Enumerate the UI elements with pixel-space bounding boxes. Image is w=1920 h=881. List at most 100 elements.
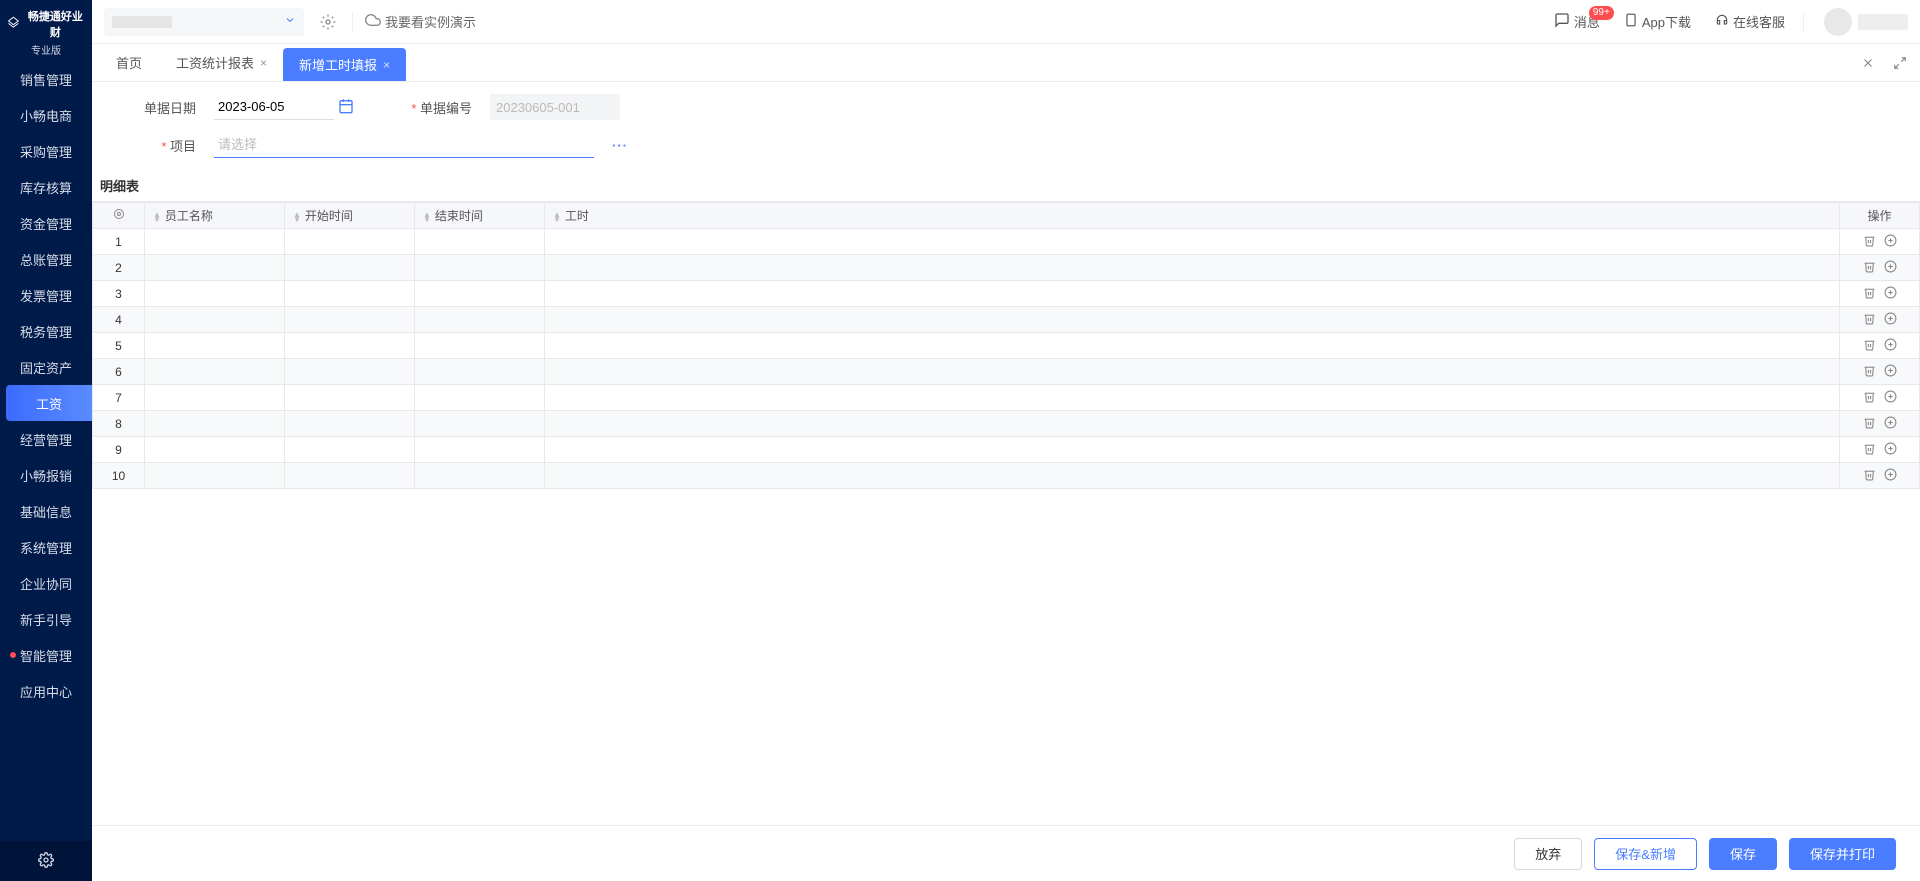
cell-hours[interactable] [545, 359, 1840, 385]
user-menu[interactable] [1824, 8, 1908, 36]
cell-end[interactable] [415, 411, 545, 437]
sidebar-item-0[interactable]: 销售管理 [0, 61, 92, 97]
cell-start[interactable] [285, 463, 415, 489]
add-row-icon[interactable] [1884, 364, 1897, 380]
cell-hours[interactable] [545, 463, 1840, 489]
cell-name[interactable] [145, 255, 285, 281]
app-download-button[interactable]: App下载 [1618, 12, 1697, 31]
cell-end[interactable] [415, 229, 545, 255]
col-header-end[interactable]: ▲▼结束时间 [415, 203, 545, 229]
table-row[interactable]: 3 [93, 281, 1920, 307]
org-selector[interactable] [104, 8, 304, 36]
add-row-icon[interactable] [1884, 442, 1897, 458]
table-row[interactable]: 7 [93, 385, 1920, 411]
discard-button[interactable]: 放弃 [1514, 838, 1582, 870]
sidebar-item-16[interactable]: 智能管理 [0, 637, 92, 673]
sidebar-item-9[interactable]: 工资 [6, 385, 92, 421]
cell-end[interactable] [415, 255, 545, 281]
cell-start[interactable] [285, 307, 415, 333]
sidebar-item-7[interactable]: 税务管理 [0, 313, 92, 349]
cell-name[interactable] [145, 229, 285, 255]
cell-hours[interactable] [545, 307, 1840, 333]
sidebar-item-11[interactable]: 小畅报销 [0, 457, 92, 493]
cell-name[interactable] [145, 463, 285, 489]
cell-hours[interactable] [545, 411, 1840, 437]
cell-start[interactable] [285, 229, 415, 255]
table-row[interactable]: 8 [93, 411, 1920, 437]
delete-row-icon[interactable] [1863, 260, 1876, 276]
sidebar-item-6[interactable]: 发票管理 [0, 277, 92, 313]
fullscreen-button[interactable] [1888, 51, 1912, 75]
sidebar-settings[interactable] [0, 841, 92, 881]
add-row-icon[interactable] [1884, 260, 1897, 276]
messages-button[interactable]: 消息 99+ [1548, 12, 1606, 31]
sidebar-item-1[interactable]: 小畅电商 [0, 97, 92, 133]
table-row[interactable]: 2 [93, 255, 1920, 281]
add-row-icon[interactable] [1884, 390, 1897, 406]
cell-end[interactable] [415, 281, 545, 307]
cell-name[interactable] [145, 281, 285, 307]
save-and-new-button[interactable]: 保存&新增 [1594, 838, 1697, 870]
cell-start[interactable] [285, 437, 415, 463]
cell-name[interactable] [145, 359, 285, 385]
sidebar-item-12[interactable]: 基础信息 [0, 493, 92, 529]
cell-end[interactable] [415, 333, 545, 359]
col-header-hours[interactable]: ▲▼工时 [545, 203, 1840, 229]
cell-end[interactable] [415, 359, 545, 385]
close-icon[interactable]: × [383, 58, 390, 72]
sidebar-item-5[interactable]: 总账管理 [0, 241, 92, 277]
demo-link[interactable]: 我要看实例演示 [365, 12, 476, 31]
sidebar-item-13[interactable]: 系统管理 [0, 529, 92, 565]
table-row[interactable]: 10 [93, 463, 1920, 489]
delete-row-icon[interactable] [1863, 468, 1876, 484]
cell-name[interactable] [145, 385, 285, 411]
tab-0[interactable]: 首页 [98, 44, 160, 81]
tab-2[interactable]: 新增工时填报× [283, 48, 406, 81]
delete-row-icon[interactable] [1863, 416, 1876, 432]
sidebar-item-17[interactable]: 应用中心 [0, 673, 92, 709]
table-row[interactable]: 4 [93, 307, 1920, 333]
cell-hours[interactable] [545, 437, 1840, 463]
table-row[interactable]: 6 [93, 359, 1920, 385]
top-settings-button[interactable] [316, 10, 340, 34]
delete-row-icon[interactable] [1863, 364, 1876, 380]
delete-row-icon[interactable] [1863, 286, 1876, 302]
bill-date-input[interactable] [214, 94, 334, 120]
save-button[interactable]: 保存 [1709, 838, 1777, 870]
add-row-icon[interactable] [1884, 338, 1897, 354]
cell-start[interactable] [285, 411, 415, 437]
delete-row-icon[interactable] [1863, 234, 1876, 250]
cell-end[interactable] [415, 307, 545, 333]
cell-hours[interactable] [545, 229, 1840, 255]
sidebar-item-14[interactable]: 企业协同 [0, 565, 92, 601]
delete-row-icon[interactable] [1863, 312, 1876, 328]
cell-start[interactable] [285, 281, 415, 307]
delete-row-icon[interactable] [1863, 338, 1876, 354]
project-input[interactable] [214, 132, 594, 158]
sidebar-item-10[interactable]: 经营管理 [0, 421, 92, 457]
col-header-start[interactable]: ▲▼开始时间 [285, 203, 415, 229]
table-row[interactable]: 9 [93, 437, 1920, 463]
cell-start[interactable] [285, 359, 415, 385]
cell-end[interactable] [415, 437, 545, 463]
sidebar-item-15[interactable]: 新手引导 [0, 601, 92, 637]
cell-hours[interactable] [545, 255, 1840, 281]
tab-1[interactable]: 工资统计报表× [160, 44, 283, 81]
add-row-icon[interactable] [1884, 312, 1897, 328]
cell-end[interactable] [415, 463, 545, 489]
cell-name[interactable] [145, 437, 285, 463]
col-header-name[interactable]: ▲▼员工名称 [145, 203, 285, 229]
sidebar-item-8[interactable]: 固定资产 [0, 349, 92, 385]
cell-hours[interactable] [545, 385, 1840, 411]
add-row-icon[interactable] [1884, 286, 1897, 302]
add-row-icon[interactable] [1884, 416, 1897, 432]
delete-row-icon[interactable] [1863, 442, 1876, 458]
cell-hours[interactable] [545, 281, 1840, 307]
add-row-icon[interactable] [1884, 234, 1897, 250]
sidebar-item-4[interactable]: 资金管理 [0, 205, 92, 241]
add-row-icon[interactable] [1884, 468, 1897, 484]
project-lookup-button[interactable]: ··· [612, 138, 628, 153]
delete-row-icon[interactable] [1863, 390, 1876, 406]
sidebar-item-3[interactable]: 库存核算 [0, 169, 92, 205]
save-and-print-button[interactable]: 保存并打印 [1789, 838, 1896, 870]
